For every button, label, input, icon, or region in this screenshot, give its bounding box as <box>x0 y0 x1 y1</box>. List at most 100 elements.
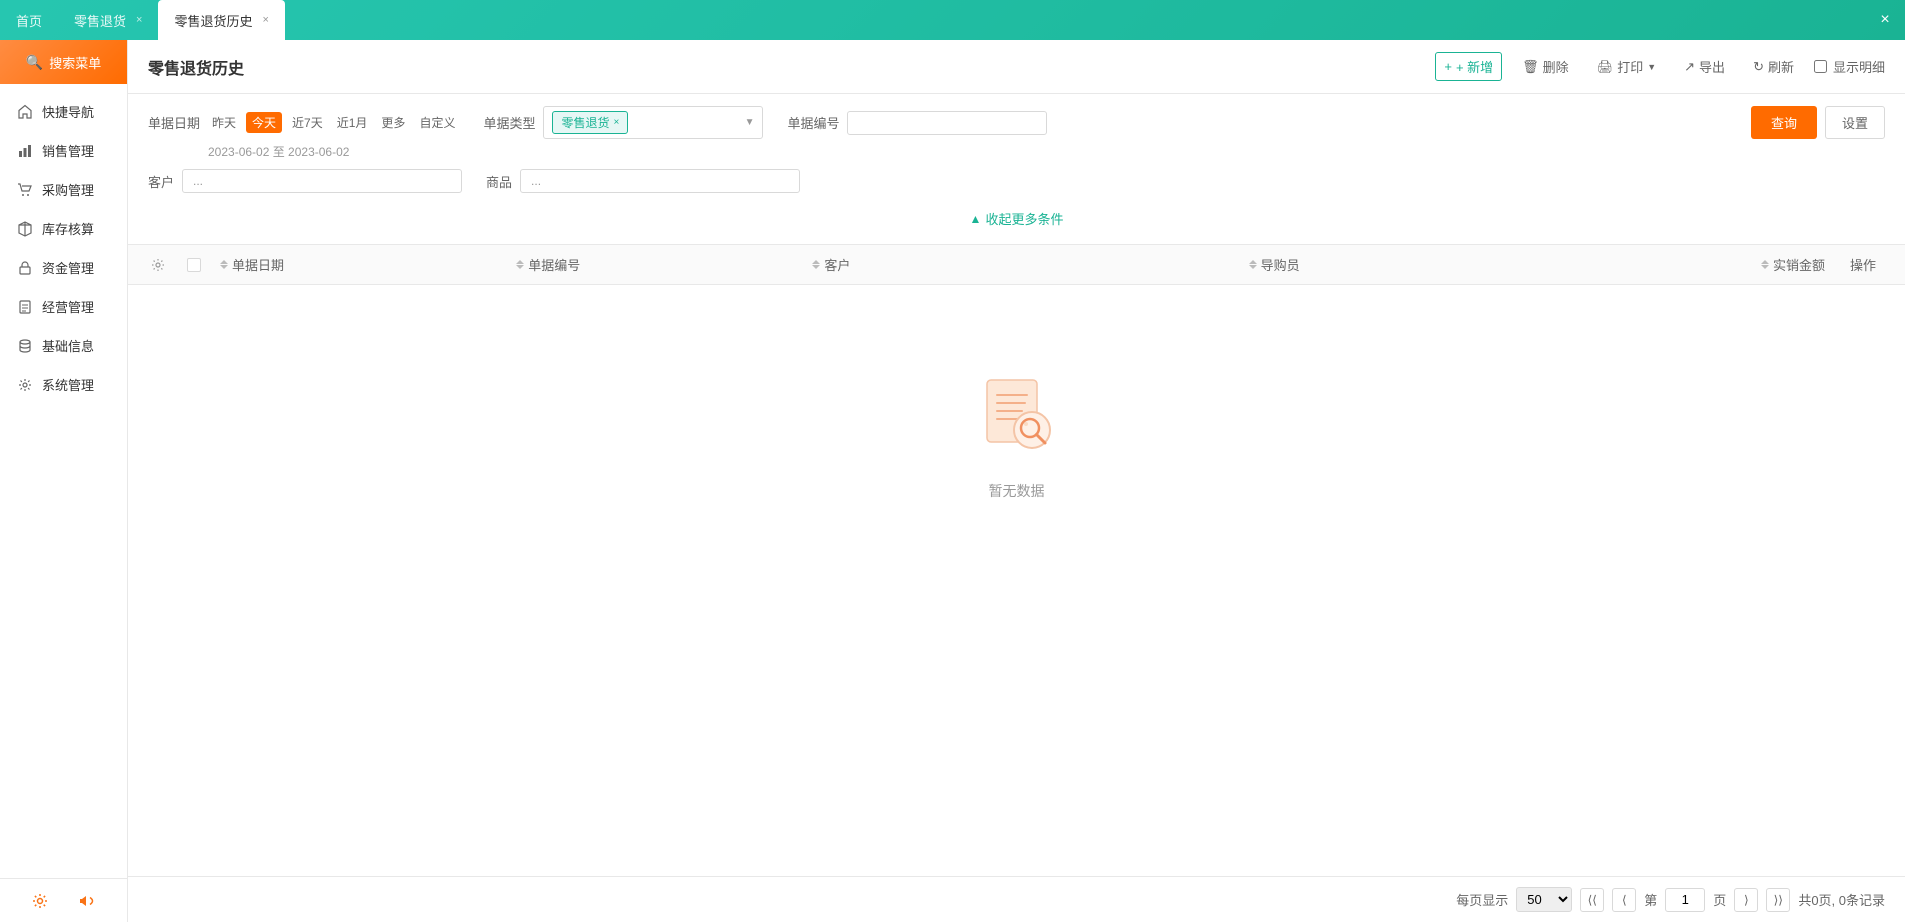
print-button[interactable]: 🖨 打印 ▼ <box>1589 53 1664 80</box>
th-action: 操作 <box>1833 255 1893 274</box>
bill-type-tag: 零售退货 × <box>552 111 628 134</box>
sidebar-item-purchase-mgmt[interactable]: 采购管理 <box>0 170 127 209</box>
th-guide-label: 导购员 <box>1261 255 1300 274</box>
goods-filter: 商品 ... <box>486 169 800 193</box>
page-number-input[interactable] <box>1665 888 1705 912</box>
first-page-button[interactable]: ⟨⟨ <box>1580 888 1604 912</box>
print-label: 打印 <box>1617 57 1643 76</box>
refresh-icon: ↻ <box>1753 59 1764 75</box>
tab-retail-return-close[interactable]: × <box>136 14 142 26</box>
next-page-button[interactable]: ⟩ <box>1734 888 1758 912</box>
sidebar-item-finance-label: 资金管理 <box>42 258 94 277</box>
th-amount[interactable]: 实销金额 <box>1537 255 1833 274</box>
bill-type-tag-remove[interactable]: × <box>613 117 619 128</box>
select-all-checkbox[interactable] <box>187 258 201 272</box>
sidebar-search-button[interactable]: 🔍 搜索菜单 <box>0 40 127 84</box>
page-suffix: 页 <box>1713 890 1726 909</box>
table-area: 单据日期 单据编号 客户 <box>128 245 1905 876</box>
date-btn-today[interactable]: 今天 <box>246 112 282 133</box>
tab-retail-return-history[interactable]: 零售退货历史 × <box>158 0 284 40</box>
sidebar-item-basic-info[interactable]: 基础信息 <box>0 326 127 365</box>
th-bill-no[interactable]: 单据编号 <box>508 255 804 274</box>
total-info: 共0页, 0条记录 <box>1798 890 1885 909</box>
th-amount-label: 实销金额 <box>1773 255 1825 274</box>
sidebar-item-system-mgmt[interactable]: 系统管理 <box>0 365 127 404</box>
amount-sort-icon <box>1761 260 1769 269</box>
customer-input[interactable]: ... <box>182 169 462 193</box>
sidebar: 🔍 搜索菜单 快捷导航 销售 <box>0 40 128 922</box>
search-icon: 🔍 <box>26 54 43 71</box>
customer-placeholder: ... <box>193 174 203 188</box>
tab-home[interactable]: 首页 <box>0 0 58 40</box>
tab-retail-return[interactable]: 零售退货 × <box>58 0 158 40</box>
sidebar-item-quick-nav[interactable]: 快捷导航 <box>0 92 127 131</box>
sidebar-item-quick-nav-label: 快捷导航 <box>42 102 94 121</box>
sidebar-item-operations[interactable]: 经营管理 <box>0 287 127 326</box>
date-btn-yesterday[interactable]: 昨天 <box>208 112 240 133</box>
collapse-button[interactable]: ▲ 收起更多条件 <box>970 205 1064 232</box>
th-date[interactable]: 单据日期 <box>212 255 508 274</box>
th-date-label: 单据日期 <box>232 255 284 274</box>
th-customer[interactable]: 客户 <box>804 255 1240 274</box>
export-label: 导出 <box>1699 57 1725 76</box>
th-checkbox[interactable] <box>176 258 212 272</box>
bill-type-select[interactable]: 零售退货 × ▼ <box>543 106 763 139</box>
display-toggle-label[interactable]: 显示明细 <box>1833 57 1885 76</box>
display-toggle-checkbox[interactable] <box>1814 60 1827 73</box>
new-button[interactable]: + + 新增 <box>1435 52 1502 81</box>
sidebar-item-finance[interactable]: 资金管理 <box>0 248 127 287</box>
settings-gear-button[interactable] <box>28 889 52 913</box>
th-customer-label: 客户 <box>824 255 850 274</box>
database-icon <box>16 337 34 355</box>
print-icon: 🖨 <box>1597 59 1614 75</box>
date-btn-1month[interactable]: 近1月 <box>333 112 372 133</box>
top-bar: 首页 零售退货 × 零售退货历史 × × <box>0 0 1905 40</box>
tab-retail-return-history-close[interactable]: × <box>262 14 268 26</box>
delete-icon: 🗑 <box>1522 59 1539 75</box>
per-page-select[interactable]: 20 50 100 <box>1516 887 1572 912</box>
display-toggle: 显示明细 <box>1814 57 1885 76</box>
sidebar-item-operations-label: 经营管理 <box>42 297 94 316</box>
date-btn-7days[interactable]: 近7天 <box>288 112 327 133</box>
last-page-button[interactable]: ⟩⟩ <box>1766 888 1790 912</box>
goods-input[interactable]: ... <box>520 169 800 193</box>
th-guide[interactable]: 导购员 <box>1241 255 1537 274</box>
clipboard-icon <box>16 298 34 316</box>
bill-no-label: 单据编号 <box>787 113 839 132</box>
window-close-button[interactable]: × <box>1865 0 1905 40</box>
refresh-button[interactable]: ↻ 刷新 <box>1745 53 1802 80</box>
settings-button[interactable]: 设置 <box>1825 106 1885 139</box>
bill-type-dropdown-arrow: ▼ <box>745 117 755 128</box>
sidebar-bottom <box>0 878 127 922</box>
query-button[interactable]: 查询 <box>1751 106 1817 139</box>
delete-button[interactable]: 🗑 删除 <box>1514 53 1577 80</box>
empty-text: 暂无数据 <box>989 481 1045 501</box>
filter-row-2: 客户 ... 商品 ... <box>148 169 1885 193</box>
sidebar-search-label: 搜索菜单 <box>49 53 101 72</box>
sidebar-item-basic-info-label: 基础信息 <box>42 336 94 355</box>
bill-type-select-content: 零售退货 × <box>552 111 738 134</box>
sidebar-item-sales-mgmt-label: 销售管理 <box>42 141 94 160</box>
volume-button[interactable] <box>75 889 99 913</box>
tab-home-label: 首页 <box>16 11 42 30</box>
export-button[interactable]: ↗ 导出 <box>1676 53 1733 80</box>
refresh-label: 刷新 <box>1768 57 1794 76</box>
date-filter-label: 单据日期 <box>148 113 200 132</box>
sidebar-item-system-mgmt-label: 系统管理 <box>42 375 94 394</box>
page-prefix: 第 <box>1644 890 1657 909</box>
chart-icon <box>16 142 34 160</box>
date-btn-custom[interactable]: 自定义 <box>415 112 459 133</box>
box-icon <box>16 220 34 238</box>
sidebar-item-inventory[interactable]: 库存核算 <box>0 209 127 248</box>
sidebar-item-sales-mgmt[interactable]: 销售管理 <box>0 131 127 170</box>
lock-icon <box>16 259 34 277</box>
date-btn-more[interactable]: 更多 <box>377 112 409 133</box>
th-settings[interactable] <box>140 257 176 273</box>
customer-filter: 客户 ... <box>148 169 462 193</box>
tab-retail-return-label: 零售退货 <box>74 11 126 30</box>
goods-label: 商品 <box>486 172 512 191</box>
bill-no-input[interactable] <box>847 111 1047 135</box>
collapse-icon: ▲ <box>970 212 982 226</box>
prev-page-button[interactable]: ⟨ <box>1612 888 1636 912</box>
pagination-bar: 每页显示 20 50 100 ⟨⟨ ⟨ 第 页 ⟩ ⟩⟩ 共0页, 0条记录 <box>128 876 1905 922</box>
